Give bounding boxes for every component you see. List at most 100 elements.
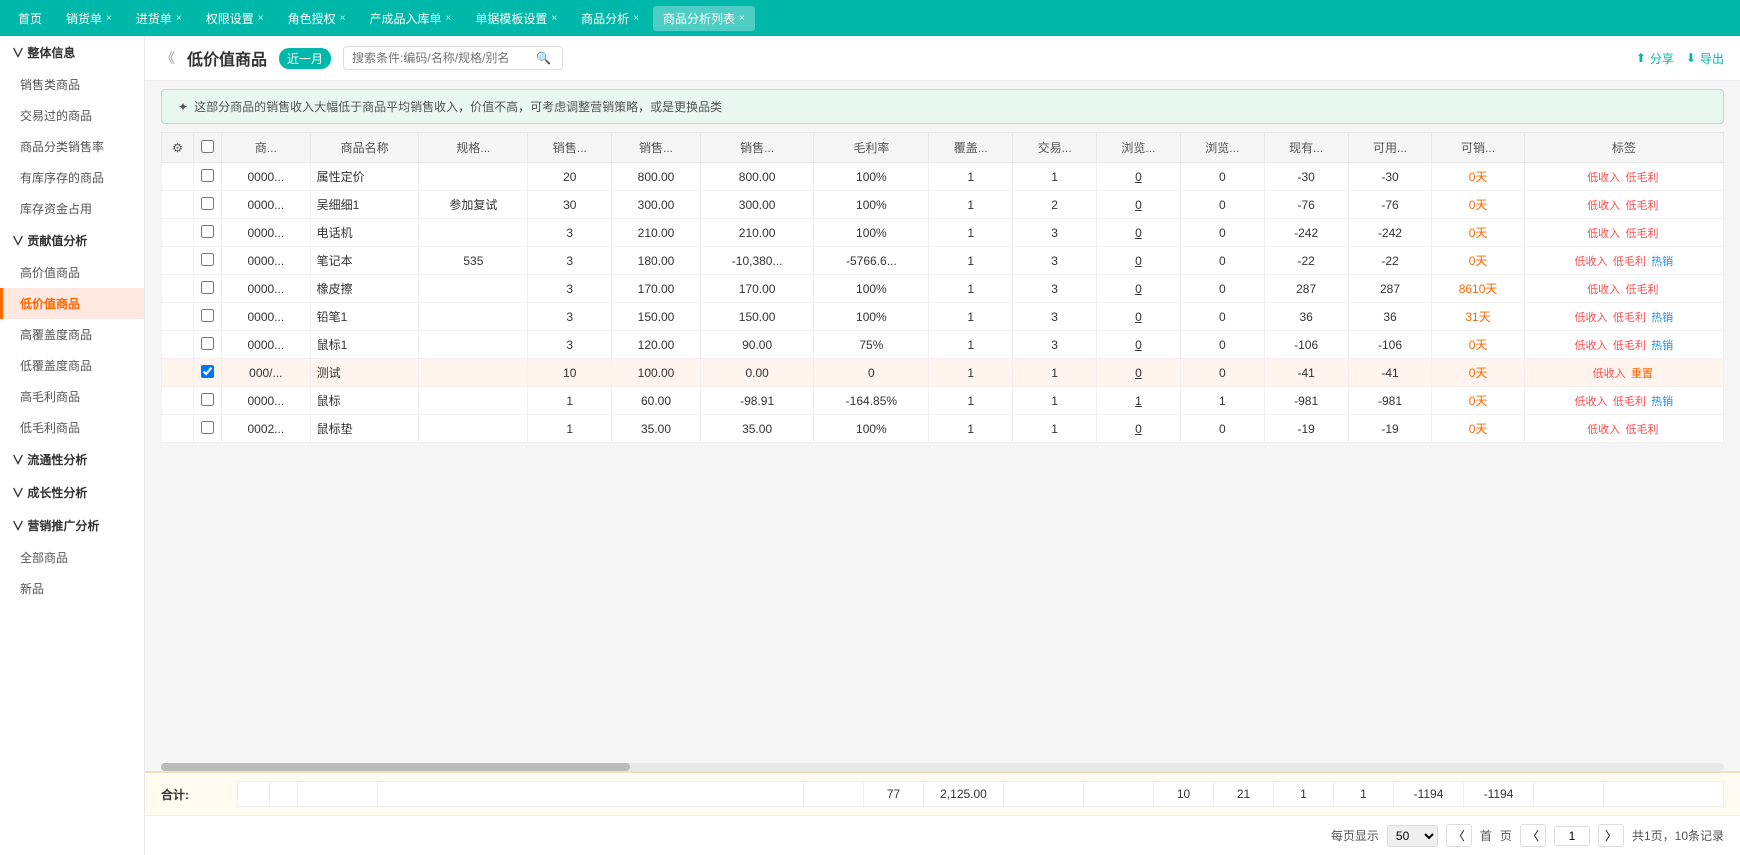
cell-checkbox[interactable] (194, 415, 222, 443)
browse1-link[interactable]: 0 (1135, 282, 1142, 296)
cell-checkbox[interactable] (194, 275, 222, 303)
row-checkbox[interactable] (201, 253, 214, 266)
cell-tags: 低收入 低毛利 (1524, 163, 1723, 191)
sidebar-item-low-margin[interactable]: 低毛利商品 (0, 412, 144, 443)
cell-checkbox[interactable] (194, 387, 222, 415)
cell-checkbox[interactable] (194, 191, 222, 219)
browse1-link[interactable]: 1 (1135, 394, 1142, 408)
cell-spec (419, 387, 528, 415)
sidebar-group-marketing[interactable]: ∨ 营销推广分析 (0, 509, 144, 542)
browse1-link[interactable]: 0 (1135, 422, 1142, 436)
col-sales-amount[interactable]: 销售... (612, 133, 701, 163)
sidebar-item-new-products[interactable]: 新品 (0, 573, 144, 604)
first-page-btn[interactable]: 〈 (1446, 824, 1472, 847)
nav-purchase-order[interactable]: 进货单 × (126, 6, 192, 31)
sidebar-group-growth[interactable]: ∨ 成长性分析 (0, 476, 144, 509)
collapse-sidebar-icon[interactable]: 《 (161, 48, 175, 68)
nav-product-analysis[interactable]: 商品分析 × (571, 6, 649, 31)
cell-checkbox[interactable] (194, 247, 222, 275)
row-checkbox[interactable] (201, 225, 214, 238)
nav-sales-close[interactable]: × (106, 13, 112, 24)
col-gear[interactable]: ⚙ (162, 133, 194, 163)
row-checkbox[interactable] (201, 169, 214, 182)
nav-template-close[interactable]: × (551, 13, 557, 24)
browse1-link[interactable]: 0 (1135, 310, 1142, 324)
nav-purchase-close[interactable]: × (176, 13, 182, 24)
sidebar-item-low-coverage[interactable]: 低覆盖度商品 (0, 350, 144, 381)
nav-product-inbound[interactable]: 产成品入库单 × (359, 6, 461, 31)
row-checkbox[interactable] (201, 309, 214, 322)
col-saleable[interactable]: 可销... (1432, 133, 1524, 163)
browse1-link[interactable]: 0 (1135, 338, 1142, 352)
nav-analysis-close[interactable]: × (633, 13, 639, 24)
nav-role-auth[interactable]: 角色授权 × (278, 6, 356, 31)
cell-checkbox[interactable] (194, 219, 222, 247)
nav-sales-order[interactable]: 销货单 × (56, 6, 122, 31)
cell-checkbox[interactable] (194, 359, 222, 387)
row-checkbox[interactable] (201, 197, 214, 210)
row-checkbox[interactable] (201, 421, 214, 434)
scrollbar-thumb[interactable] (161, 763, 630, 771)
col-sales-price[interactable]: 销售... (700, 133, 814, 163)
sidebar-item-category-rate[interactable]: 商品分类销售率 (0, 131, 144, 162)
sidebar-item-all-products[interactable]: 全部商品 (0, 542, 144, 573)
sidebar-item-high-coverage[interactable]: 高覆盖度商品 (0, 319, 144, 350)
sidebar-group-circulation[interactable]: ∨ 流通性分析 (0, 443, 144, 476)
row-checkbox[interactable] (201, 393, 214, 406)
row-checkbox[interactable] (201, 281, 214, 294)
current-page-input[interactable] (1554, 826, 1590, 846)
col-browse2[interactable]: 浏览... (1180, 133, 1264, 163)
nav-permission-close[interactable]: × (258, 13, 264, 24)
sidebar-item-low-value[interactable]: 低价值商品 (0, 288, 144, 319)
prev-page-btn[interactable]: 〈 (1520, 824, 1546, 847)
sidebar-item-stock-products[interactable]: 有库序存的商品 (0, 162, 144, 193)
row-checkbox[interactable] (201, 365, 214, 378)
share-button[interactable]: ⬆ 分享 (1636, 50, 1674, 67)
col-name[interactable]: 商品名称 (310, 133, 419, 163)
nav-analysis-list-close[interactable]: × (739, 13, 745, 24)
sidebar-item-high-value[interactable]: 高价值商品 (0, 257, 144, 288)
browse1-link[interactable]: 0 (1135, 226, 1142, 240)
nav-home[interactable]: 首页 (8, 6, 52, 31)
col-coverage[interactable]: 覆盖... (929, 133, 1013, 163)
nav-product-analysis-list[interactable]: 商品分析列表 × (653, 6, 755, 31)
cell-checkbox[interactable] (194, 303, 222, 331)
search-icon[interactable]: 🔍 (536, 51, 551, 65)
col-sales-qty[interactable]: 销售... (528, 133, 612, 163)
search-input[interactable] (352, 51, 532, 65)
cell-checkbox[interactable] (194, 163, 222, 191)
nav-permission[interactable]: 权限设置 × (196, 6, 274, 31)
nav-template[interactable]: 单据模板设置 × (465, 6, 567, 31)
sidebar-group-contribution[interactable]: ∨ 贡献值分析 (0, 224, 144, 257)
col-code[interactable]: 商... (222, 133, 311, 163)
nav-role-close[interactable]: × (340, 13, 346, 24)
next-page-btn[interactable]: 〉 (1598, 824, 1624, 847)
row-checkbox[interactable] (201, 337, 214, 350)
sidebar-item-sales-products[interactable]: 销售类商品 (0, 69, 144, 100)
col-gross-margin[interactable]: 毛利率 (814, 133, 929, 163)
sidebar-group-overall[interactable]: ∨ 整体信息 (0, 36, 144, 69)
col-browse1[interactable]: 浏览... (1097, 133, 1181, 163)
export-button[interactable]: ⬇ 导出 (1686, 50, 1724, 67)
sidebar-item-high-margin[interactable]: 高毛利商品 (0, 381, 144, 412)
cell-checkbox[interactable] (194, 331, 222, 359)
select-all-checkbox[interactable] (201, 140, 214, 153)
col-available[interactable]: 可用... (1348, 133, 1432, 163)
cell-browse1: 0 (1097, 415, 1181, 443)
nav-inbound-close[interactable]: × (445, 13, 451, 24)
browse1-link[interactable]: 0 (1135, 170, 1142, 184)
browse1-link[interactable]: 0 (1135, 366, 1142, 380)
period-tag[interactable]: 近一月 (279, 48, 331, 69)
horizontal-scrollbar[interactable] (161, 763, 1724, 771)
total-current-stock: -1194 (1394, 782, 1464, 807)
cell-gear (162, 191, 194, 219)
col-checkbox[interactable] (194, 133, 222, 163)
col-trade[interactable]: 交易... (1013, 133, 1097, 163)
col-spec[interactable]: 规格... (419, 133, 528, 163)
sidebar-item-stock-capital[interactable]: 库存资金占用 (0, 193, 144, 224)
per-page-select[interactable]: 50 100 200 (1387, 825, 1438, 847)
browse1-link[interactable]: 0 (1135, 198, 1142, 212)
col-current-stock[interactable]: 现有... (1264, 133, 1348, 163)
sidebar-item-traded-products[interactable]: 交易过的商品 (0, 100, 144, 131)
browse1-link[interactable]: 0 (1135, 254, 1142, 268)
